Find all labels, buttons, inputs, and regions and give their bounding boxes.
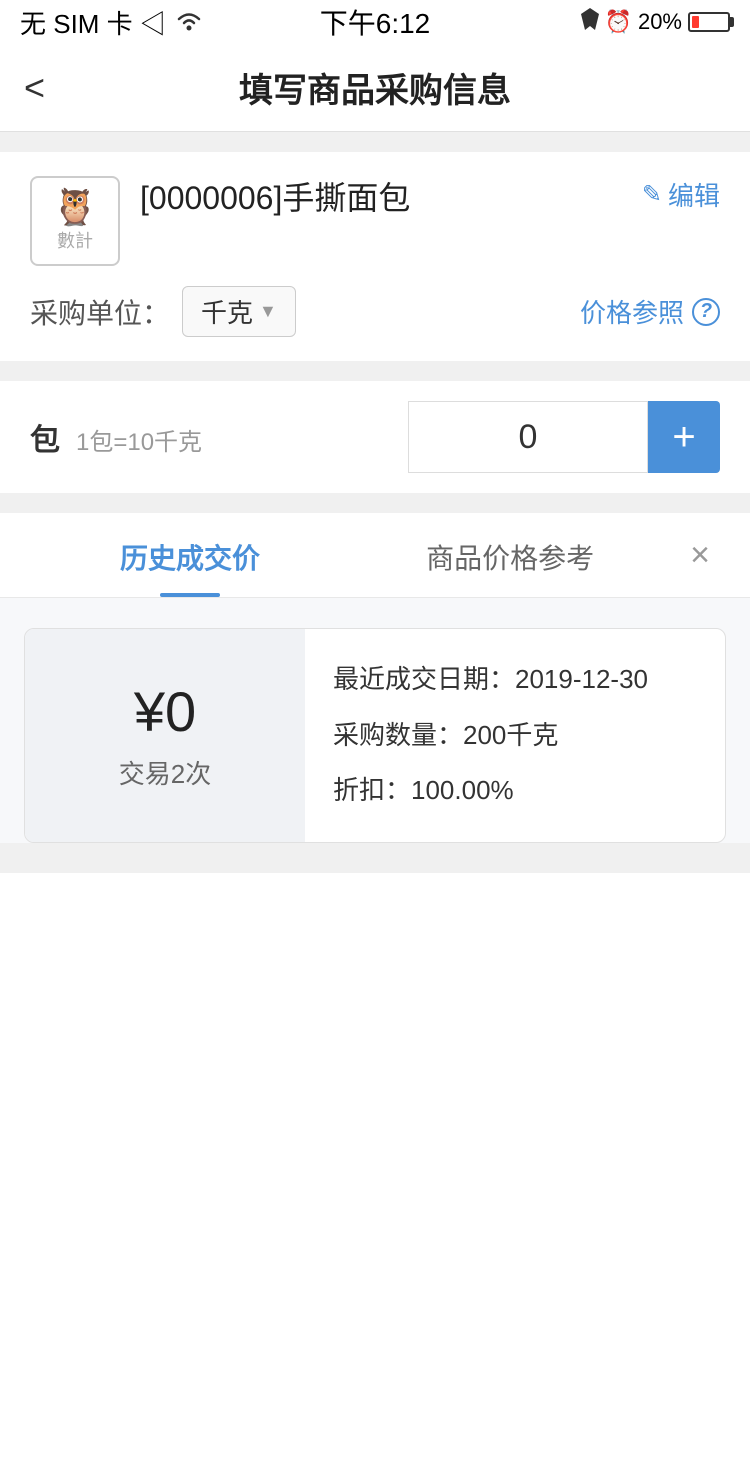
unit-label: 包 (30, 415, 60, 459)
price-count: 交易2次 (119, 754, 211, 791)
purchase-unit-label: 采购单位： (30, 292, 170, 332)
product-name: [0000006]手撕面包 (140, 176, 410, 221)
alarm-icon: ⏰ (605, 9, 632, 35)
quantity-left: 包 1包=10千克 (30, 415, 202, 459)
price-detail-discount: 折扣：100.00% (333, 770, 697, 812)
dropdown-arrow-icon: ▼ (259, 301, 277, 322)
nav-bar: < 填写商品采购信息 (0, 44, 750, 132)
price-card: ¥0 交易2次 最近成交日期：2019-12-30 采购数量：200千克 折扣：… (24, 628, 726, 843)
price-amount: ¥0 (134, 679, 196, 744)
tab-history-price[interactable]: 历史成交价 (30, 513, 350, 597)
purchase-left: 采购单位： 千克 ▼ (30, 286, 296, 337)
purchase-row: 采购单位： 千克 ▼ 价格参照 ? (30, 286, 720, 337)
product-left: 🦉 數計 [0000006]手撕面包 (30, 176, 410, 266)
tab-price-ref[interactable]: 商品价格参考 (350, 513, 670, 597)
price-ref-button[interactable]: 价格参照 ? (580, 293, 720, 330)
quantity-section: 包 1包=10千克 0 + (0, 381, 750, 493)
edit-label: 编辑 (668, 176, 720, 213)
quantity-plus-button[interactable]: + (648, 401, 720, 473)
unit-value: 千克 (201, 293, 253, 330)
location-icon (581, 8, 599, 36)
page-bottom (0, 873, 750, 1473)
carrier-text: 无 SIM 卡 ◁ (20, 4, 166, 41)
wifi-icon (174, 7, 204, 38)
price-detail-quantity: 采购数量：200千克 (333, 715, 697, 757)
product-logo: 🦉 數計 (30, 176, 120, 266)
edit-icon: ✎ (642, 180, 662, 209)
price-ref-label: 价格参照 (580, 293, 684, 330)
edit-button[interactable]: ✎ 编辑 (642, 176, 720, 213)
status-bar: 无 SIM 卡 ◁ 下午6:12 ⏰ 20% (0, 0, 750, 44)
battery-icon (688, 12, 730, 32)
quantity-display: 0 (408, 401, 648, 473)
back-button[interactable]: < (24, 67, 45, 109)
price-detail-date: 最近成交日期：2019-12-30 (333, 659, 697, 701)
page-title: 填写商品采购信息 (239, 63, 511, 112)
tabs-header: 历史成交价 商品价格参考 × (0, 513, 750, 598)
price-card-left: ¥0 交易2次 (25, 629, 305, 842)
status-right: ⏰ 20% (581, 8, 730, 36)
unit-dropdown[interactable]: 千克 ▼ (182, 286, 296, 337)
battery-percentage: 20% (638, 9, 682, 35)
tab-close-button[interactable]: × (680, 526, 720, 585)
tabs-section: 历史成交价 商品价格参考 × ¥0 交易2次 最近成交日期：2019-12-30… (0, 513, 750, 843)
status-left: 无 SIM 卡 ◁ (20, 4, 204, 41)
owl-icon: 🦉 (53, 189, 98, 225)
product-section: 🦉 數計 [0000006]手撕面包 ✎ 编辑 采购单位： 千克 ▼ 价格参照 … (0, 152, 750, 361)
product-header: 🦉 數計 [0000006]手撕面包 ✎ 编辑 (30, 176, 720, 266)
unit-conversion: 1包=10千克 (76, 422, 202, 457)
price-card-right: 最近成交日期：2019-12-30 采购数量：200千克 折扣：100.00% (305, 629, 725, 842)
quantity-right: 0 + (408, 401, 720, 473)
help-icon: ? (692, 298, 720, 326)
status-time: 下午6:12 (320, 2, 431, 42)
